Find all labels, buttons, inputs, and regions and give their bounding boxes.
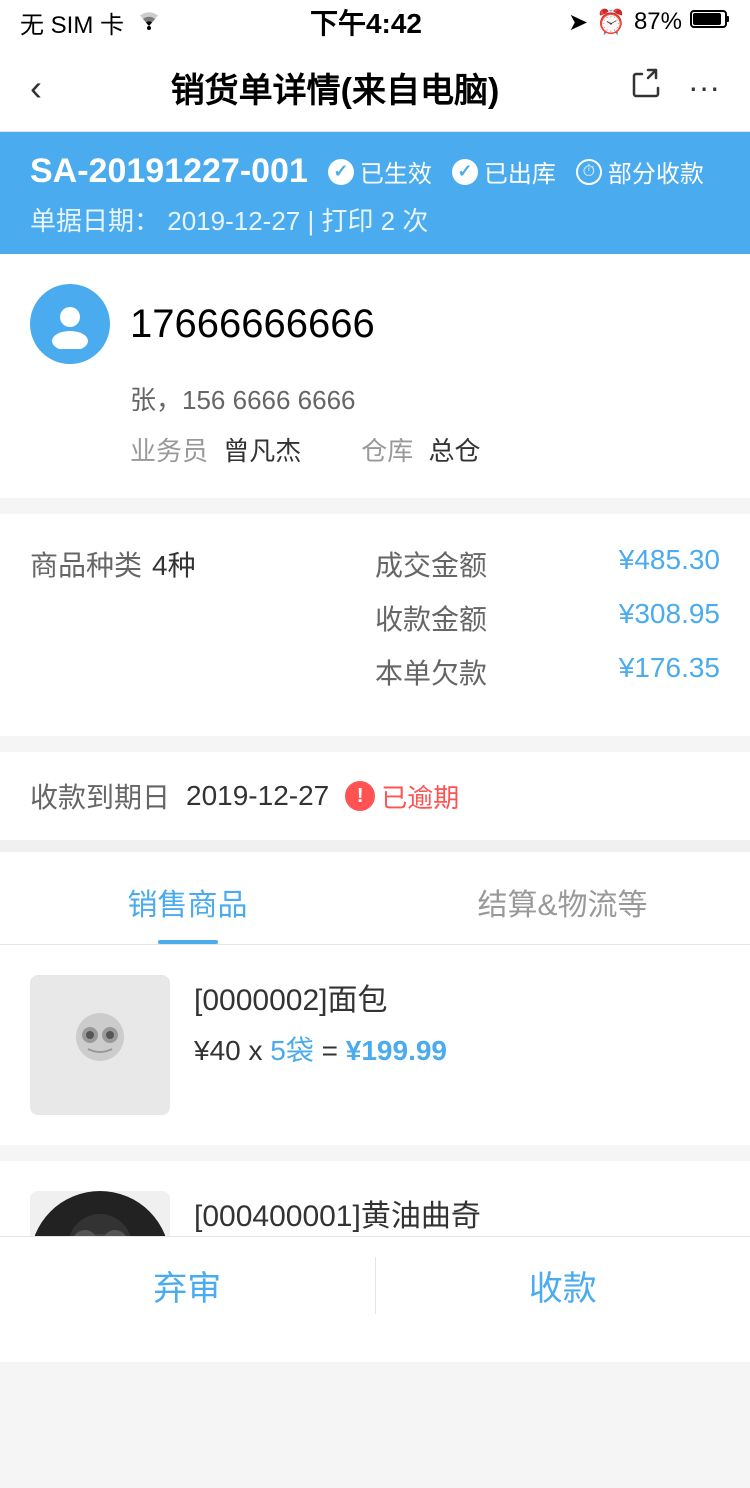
stats-right: 成交金额 ¥485.30 收款金额 ¥308.95 本单欠款 ¥176.35 — [375, 544, 720, 706]
badge-effective: ✓ 已生效 — [328, 154, 432, 189]
check-icon-1: ✓ — [328, 159, 354, 185]
badge-partial-payment: ⏱ 部分收款 — [576, 154, 704, 189]
cancel-button[interactable]: 弃审 — [0, 1237, 375, 1334]
clock-icon: ⏱ — [576, 159, 602, 185]
stats-card: 商品种类 4种 成交金额 ¥485.30 收款金额 ¥308.95 本单欠款 ¥… — [0, 514, 750, 736]
product-name-2: [000400001]黄油曲奇 — [194, 1191, 720, 1235]
confirm-button[interactable]: 收款 — [376, 1237, 750, 1334]
alarm-icon: ⏰ — [596, 8, 626, 37]
nav-bar: ‹ 销货单详情(来自电脑) ··· — [0, 44, 750, 132]
customer-phone: 17666666666 — [130, 302, 375, 347]
sales-name: 曾凡杰 — [223, 436, 301, 466]
location-icon: ➤ — [568, 8, 588, 37]
product-types: 商品种类 4种 — [30, 544, 375, 584]
tab-sales-products[interactable]: 销售商品 — [0, 852, 375, 944]
nav-title: 销货单详情(来自电脑) — [171, 63, 500, 112]
bottom-bar: 弃审 收款 — [0, 1236, 750, 1334]
status-bar: 无 SIM 卡 下午4:42 ➤ ⏰ 87% — [0, 0, 750, 44]
product-thumbnail-1 — [30, 975, 170, 1115]
order-id: SA-20191227-001 — [30, 152, 308, 191]
customer-card: 17666666666 张，156 6666 6666 业务员 曾凡杰 仓库 总… — [0, 254, 750, 498]
battery-text: 87% — [634, 8, 682, 36]
amount-row: 成交金额 ¥485.30 — [375, 544, 720, 584]
customer-name-row: 张，156 6666 6666 — [30, 380, 720, 417]
status-bar-time: 下午4:42 — [310, 2, 422, 42]
received-value: ¥308.95 — [619, 598, 720, 638]
nav-actions: ··· — [628, 66, 720, 110]
share-icon[interactable] — [628, 66, 664, 110]
back-button[interactable]: ‹ — [30, 67, 42, 109]
tab-settlement[interactable]: 结算&物流等 — [375, 852, 750, 944]
product-item: [0000002]面包 ¥40 x 5袋 = ¥199.99 — [0, 945, 750, 1145]
amount-value: ¥485.30 — [619, 544, 720, 584]
avatar — [30, 284, 110, 364]
status-bar-right: ➤ ⏰ 87% — [568, 8, 730, 37]
overdue-text: 已逾期 — [381, 778, 459, 815]
product-price-1: ¥40 x 5袋 = ¥199.99 — [194, 1029, 720, 1069]
badge-shipped: ✓ 已出库 — [452, 154, 556, 189]
section-divider — [0, 840, 750, 852]
header-banner: SA-20191227-001 ✓ 已生效 ✓ 已出库 ⏱ 部分收款 单据日期：… — [0, 132, 750, 254]
overdue-icon: ! — [345, 781, 375, 811]
carrier-text: 无 SIM 卡 — [20, 5, 124, 40]
order-status-row: SA-20191227-001 ✓ 已生效 ✓ 已出库 ⏱ 部分收款 — [30, 152, 720, 191]
warehouse: 仓库 总仓 — [361, 431, 480, 468]
warehouse-name: 总仓 — [429, 436, 481, 466]
debt-row: 本单欠款 ¥176.35 — [375, 652, 720, 692]
product-name-1: [0000002]面包 — [194, 975, 720, 1019]
status-bar-left: 无 SIM 卡 — [20, 5, 164, 40]
sales-person: 业务员 曾凡杰 — [130, 431, 301, 468]
customer-header: 17666666666 — [30, 284, 720, 364]
order-date-row: 单据日期： 2019-12-27 | 打印 2 次 — [30, 201, 720, 238]
tab-bar: 销售商品 结算&物流等 — [0, 852, 750, 945]
customer-meta-row: 业务员 曾凡杰 仓库 总仓 — [30, 431, 720, 468]
product-thumb-placeholder-1 — [30, 975, 170, 1115]
overdue-badge: ! 已逾期 — [345, 778, 459, 815]
debt-value: ¥176.35 — [619, 652, 720, 692]
due-date-row: 收款到期日 2019-12-27 ! 已逾期 — [0, 752, 750, 840]
received-row: 收款金额 ¥308.95 — [375, 598, 720, 638]
more-icon[interactable]: ··· — [688, 69, 720, 106]
product-info-1: [0000002]面包 ¥40 x 5袋 = ¥199.99 — [194, 975, 720, 1069]
due-date-value: 2019-12-27 — [186, 780, 329, 812]
check-icon-2: ✓ — [452, 159, 478, 185]
wifi-icon — [134, 8, 164, 37]
stats-left: 商品种类 4种 — [30, 544, 375, 706]
battery-icon — [690, 8, 730, 37]
